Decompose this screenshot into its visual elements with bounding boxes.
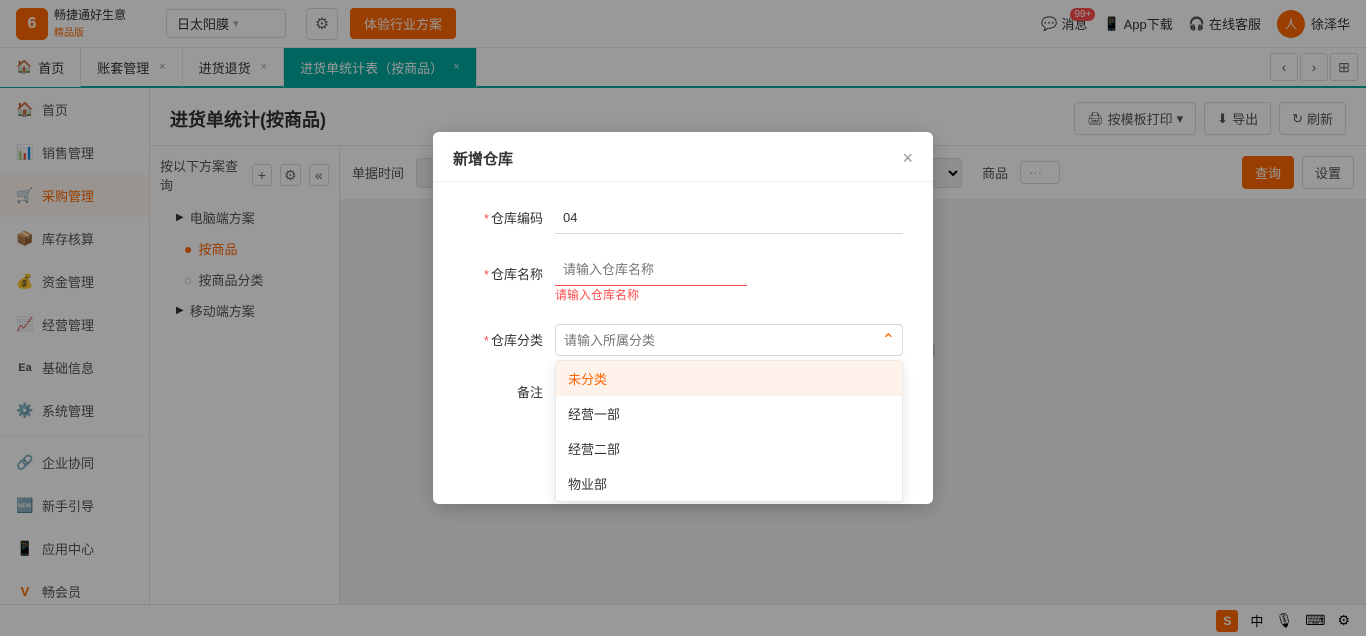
modal-body: 仓库编码 仓库名称 请输入仓库名称 仓库分类 ⌃ (433, 182, 933, 438)
form-row-name: 仓库名称 请输入仓库名称 (463, 254, 903, 304)
form-row-category: 仓库分类 ⌃ 未分类 经营一部 经营二部 物业部 (463, 324, 903, 356)
dropdown-item-2[interactable]: 经营二部 (556, 431, 902, 466)
new-warehouse-modal: 新增仓库 × 仓库编码 仓库名称 请输入仓库名称 仓库分类 (433, 132, 933, 504)
modal-overlay[interactable]: 新增仓库 × 仓库编码 仓库名称 请输入仓库名称 仓库分类 (0, 0, 1366, 636)
dropdown-item-3[interactable]: 物业部 (556, 466, 902, 501)
select-arrow-icon[interactable]: ⌃ (882, 330, 895, 350)
name-error-msg: 请输入仓库名称 (555, 288, 639, 302)
dropdown-item-1[interactable]: 经营一部 (556, 396, 902, 431)
category-label: 仓库分类 (463, 324, 543, 349)
code-label: 仓库编码 (463, 202, 543, 227)
notes-label: 备注 (463, 376, 543, 401)
modal-close-button[interactable]: × (902, 148, 913, 169)
category-select-wrapper: ⌃ 未分类 经营一部 经营二部 物业部 (555, 324, 903, 356)
category-dropdown: 未分类 经营一部 经营二部 物业部 (555, 360, 903, 502)
form-row-code: 仓库编码 (463, 202, 903, 234)
name-input[interactable] (555, 254, 747, 286)
modal-title: 新增仓库 (453, 148, 513, 169)
category-input[interactable] (555, 324, 903, 356)
dropdown-item-0[interactable]: 未分类 (556, 361, 902, 396)
code-input[interactable] (555, 202, 903, 234)
name-label: 仓库名称 (463, 258, 543, 283)
modal-header: 新增仓库 × (433, 132, 933, 182)
